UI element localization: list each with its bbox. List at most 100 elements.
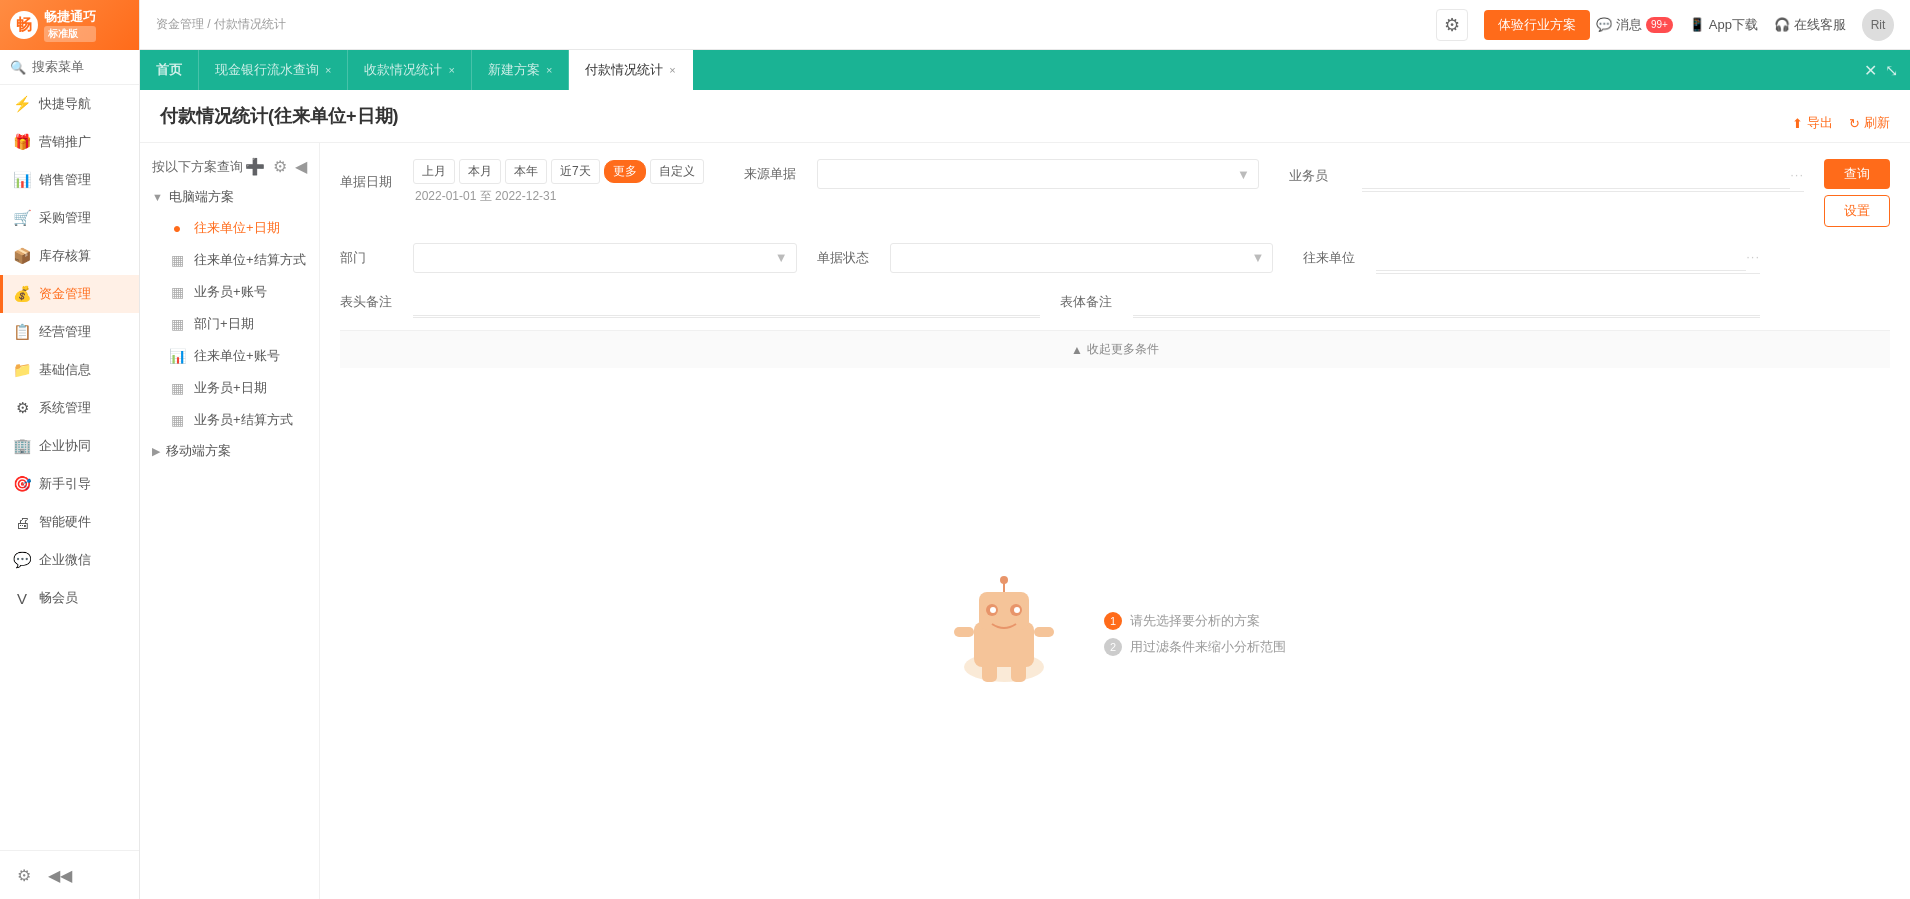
tab-receivable[interactable]: 收款情况统计 ×: [348, 50, 471, 90]
tab-close-icon[interactable]: ×: [325, 64, 331, 76]
scheme-category-pc[interactable]: ▼ 电脑端方案: [140, 182, 319, 212]
hardware-icon: 🖨: [13, 513, 31, 531]
tab-new-plan[interactable]: 新建方案 ×: [472, 50, 569, 90]
scheme-item-icon: ▦: [168, 411, 186, 429]
dept-select[interactable]: ▼: [413, 243, 797, 273]
tab-payment[interactable]: 付款情况统计 ×: [569, 50, 692, 90]
sidebar-item-vip[interactable]: V 畅会员: [0, 579, 139, 617]
collapse-sidebar-icon[interactable]: ◀◀: [46, 861, 74, 889]
scheme-item-unit-account[interactable]: 📊 往来单位+账号: [140, 340, 319, 372]
sidebar-item-enterprise[interactable]: 🏢 企业协同: [0, 427, 139, 465]
svg-rect-11: [982, 662, 997, 682]
sidebar-search[interactable]: 🔍 搜索菜单: [0, 50, 139, 85]
sidebar-item-finance[interactable]: 💰 资金管理: [0, 275, 139, 313]
status-select[interactable]: ▼: [890, 243, 1274, 273]
date-btn-7days[interactable]: 近7天: [551, 159, 600, 184]
sidebar-header: 畅 畅捷通巧 标准版: [0, 0, 139, 50]
tab-close-icon[interactable]: ×: [669, 64, 675, 76]
svg-point-5: [990, 607, 996, 613]
marketing-icon: 🎁: [13, 133, 31, 151]
source-filter-label: 来源单据: [744, 165, 809, 183]
sidebar-item-purchase[interactable]: 🛒 采购管理: [0, 199, 139, 237]
scheme-item-icon: ▦: [168, 283, 186, 301]
sidebar-item-marketing[interactable]: 🎁 营销推广: [0, 123, 139, 161]
staff-input[interactable]: [1362, 159, 1790, 189]
search-menu-label: 搜索菜单: [32, 58, 84, 76]
filter-row-2: 部门 ▼ 单据状态 ▼: [340, 241, 1890, 274]
scheme-settings-icon[interactable]: ⚙: [273, 157, 287, 176]
date-btn-more[interactable]: 更多: [604, 160, 646, 183]
unit-input[interactable]: [1376, 241, 1746, 271]
sidebar-item-basic[interactable]: 📁 基础信息: [0, 351, 139, 389]
guide-icon: 🎯: [13, 475, 31, 493]
tip-text-2: 用过滤条件来缩小分析范围: [1130, 638, 1286, 656]
settings-button[interactable]: 设置: [1824, 195, 1890, 227]
empty-tip-1: 1 请先选择要分析的方案: [1104, 612, 1260, 630]
tab-label: 收款情况统计: [364, 61, 442, 79]
sidebar-item-wechat[interactable]: 💬 企业微信: [0, 541, 139, 579]
scheme-panel: 按以下方案查询 ➕ ⚙ ◀ ▼ 电脑端方案 ● 往来单位+日期 ▦: [140, 143, 320, 899]
unit-dots-btn[interactable]: ···: [1746, 249, 1760, 264]
sidebar-item-hardware[interactable]: 🖨 智能硬件: [0, 503, 139, 541]
scheme-panel-title: 按以下方案查询: [152, 158, 243, 176]
settings-bottom-icon[interactable]: ⚙: [10, 861, 38, 889]
sidebar-item-operations[interactable]: 📋 经营管理: [0, 313, 139, 351]
vip-icon: V: [13, 589, 31, 607]
source-select[interactable]: ▼: [817, 159, 1259, 189]
scheme-item-unit-date[interactable]: ● 往来单位+日期: [140, 212, 319, 244]
tab-label: 新建方案: [488, 61, 540, 79]
date-btn-last-month[interactable]: 上月: [413, 159, 455, 184]
scheme-item-dept-date[interactable]: ▦ 部门+日期: [140, 308, 319, 340]
scheme-item-staff-settle[interactable]: ▦ 业务员+结算方式: [140, 404, 319, 436]
export-button[interactable]: ⬆ 导出: [1792, 114, 1833, 132]
svg-point-6: [1014, 607, 1020, 613]
filter-staff-field: 业务员 ···: [1289, 159, 1804, 192]
empty-tip-2: 2 用过滤条件来缩小分析范围: [1104, 638, 1286, 656]
scheme-category-mobile[interactable]: ▶ 移动端方案: [140, 436, 319, 466]
sidebar-item-sales[interactable]: 📊 销售管理: [0, 161, 139, 199]
refresh-label: 刷新: [1864, 114, 1890, 132]
date-btn-this-year[interactable]: 本年: [505, 159, 547, 184]
header-note-label: 表头备注: [340, 293, 405, 311]
trial-button[interactable]: 体验行业方案: [1484, 10, 1590, 40]
header-note-input[interactable]: [413, 288, 1040, 318]
online-service[interactable]: 🎧 在线客服: [1774, 16, 1846, 34]
expand-icon[interactable]: ⤡: [1885, 61, 1898, 80]
staff-dots-btn[interactable]: ···: [1790, 167, 1804, 182]
empty-state-content: 1 请先选择要分析的方案 2 用过滤条件来缩小分析范围: [944, 572, 1286, 695]
sidebar-item-system[interactable]: ⚙ 系统管理: [0, 389, 139, 427]
sidebar-item-label: 快捷导航: [39, 95, 91, 113]
header-note-input-wrapper: [413, 288, 1040, 316]
tab-close-icon[interactable]: ×: [448, 64, 454, 76]
wechat-icon: 💬: [13, 551, 31, 569]
sidebar-item-quick-nav[interactable]: ⚡ 快捷导航: [0, 85, 139, 123]
close-all-tabs-icon[interactable]: ✕: [1864, 61, 1877, 80]
tab-cashflow[interactable]: 现金银行流水查询 ×: [199, 50, 348, 90]
tab-home[interactable]: 首页: [140, 50, 199, 90]
filter-row-3: 表头备注 表体备注: [340, 288, 1890, 316]
sidebar-item-guide[interactable]: 🎯 新手引导: [0, 465, 139, 503]
page-header-actions: ⬆ 导出 ↻ 刷新: [1792, 114, 1890, 132]
refresh-button[interactable]: ↻ 刷新: [1849, 114, 1890, 132]
refresh-icon: ↻: [1849, 116, 1860, 131]
collapse-arrow-icon: ▲: [1071, 343, 1083, 357]
app-download[interactable]: 📱 App下载: [1689, 16, 1758, 34]
scheme-item-staff-date[interactable]: ▦ 业务员+日期: [140, 372, 319, 404]
topbar-settings-icon[interactable]: ⚙: [1436, 9, 1468, 41]
sidebar-item-inventory[interactable]: 📦 库存核算: [0, 237, 139, 275]
collapse-scheme-icon[interactable]: ◀: [295, 157, 307, 176]
body-note-input[interactable]: [1133, 288, 1760, 318]
unit-filter-label: 往来单位: [1303, 249, 1368, 267]
tab-close-icon[interactable]: ×: [546, 64, 552, 76]
add-scheme-icon[interactable]: ➕: [245, 157, 265, 176]
user-avatar[interactable]: Rit: [1862, 9, 1894, 41]
scheme-item-staff-account[interactable]: ▦ 业务员+账号: [140, 276, 319, 308]
date-btn-custom[interactable]: 自定义: [650, 159, 704, 184]
message-icon[interactable]: 💬 消息 99+: [1596, 16, 1673, 34]
query-button[interactable]: 查询: [1824, 159, 1890, 189]
svg-rect-9: [954, 627, 974, 637]
date-btn-this-month[interactable]: 本月: [459, 159, 501, 184]
page-title: 付款情况统计(往来单位+日期): [160, 104, 399, 142]
collapse-conditions-btn[interactable]: ▲ 收起更多条件: [340, 330, 1890, 368]
scheme-item-unit-settle[interactable]: ▦ 往来单位+结算方式: [140, 244, 319, 276]
